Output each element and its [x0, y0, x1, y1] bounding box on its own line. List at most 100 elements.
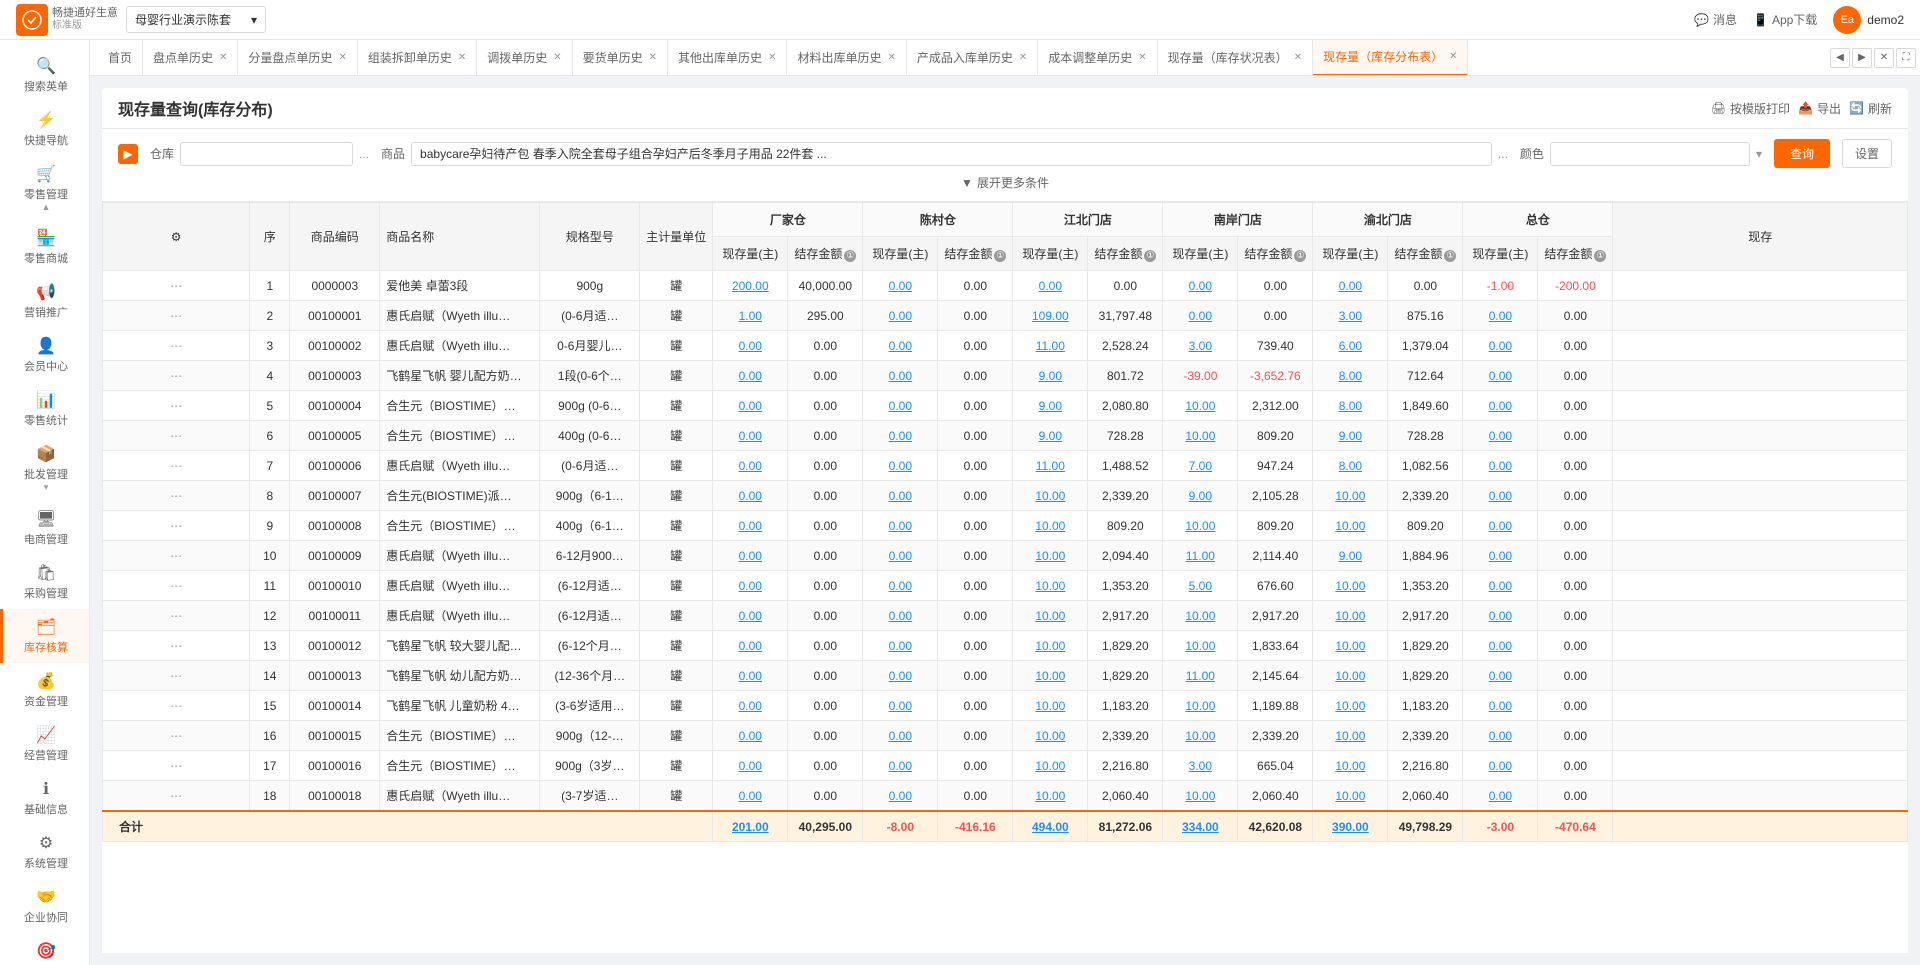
row-jiangbei-qty[interactable]: 10.00: [1013, 751, 1088, 781]
row-settings[interactable]: ⋯: [103, 601, 250, 631]
row-chen-qty[interactable]: 0.00: [863, 721, 938, 751]
sidebar-item-wholesale[interactable]: 📦 批发管理 ▾: [0, 436, 89, 501]
row-jiangbei-qty[interactable]: 10.00: [1013, 661, 1088, 691]
sidebar-item-retail-mgmt[interactable]: 🛒 零售管理 ▲: [0, 156, 89, 220]
tab-close-icon[interactable]: ✕: [887, 52, 895, 63]
row-chen-qty[interactable]: 0.00: [863, 631, 938, 661]
row-total-qty[interactable]: 0.00: [1463, 331, 1538, 361]
row-jiangbei-qty[interactable]: 109.00: [1013, 301, 1088, 331]
tab-close-icon[interactable]: ✕: [649, 52, 657, 63]
info-icon[interactable]: ①: [1144, 250, 1156, 262]
row-chen-qty[interactable]: 0.00: [863, 751, 938, 781]
row-factory-qty[interactable]: 0.00: [713, 391, 788, 421]
row-nanan-qty[interactable]: 7.00: [1163, 451, 1238, 481]
row-yubei-qty[interactable]: 6.00: [1313, 331, 1388, 361]
query-button[interactable]: 查询: [1774, 139, 1830, 168]
row-chen-qty[interactable]: 0.00: [863, 271, 938, 301]
row-factory-qty[interactable]: 200.00: [713, 271, 788, 301]
sidebar-item-operation[interactable]: 📈 经营管理: [0, 717, 89, 771]
info-icon[interactable]: ①: [844, 250, 856, 262]
app-download-button[interactable]: 📱 App下载: [1753, 11, 1817, 28]
color-input[interactable]: [1550, 142, 1750, 166]
row-nanan-qty[interactable]: 3.00: [1163, 331, 1238, 361]
row-total-qty[interactable]: 0.00: [1463, 691, 1538, 721]
tab-close-icon[interactable]: ✕: [1294, 52, 1302, 63]
refresh-button[interactable]: 🔄 刷新: [1849, 100, 1892, 117]
expand-arrow-button[interactable]: ▶: [118, 144, 138, 164]
tab-next-button[interactable]: ▶: [1852, 48, 1872, 68]
row-yubei-qty[interactable]: 8.00: [1313, 451, 1388, 481]
row-settings[interactable]: ⋯: [103, 631, 250, 661]
user-area[interactable]: Ea demo2: [1833, 6, 1904, 34]
sidebar-item-shortcut[interactable]: ⚡ 快捷导航: [0, 102, 89, 156]
row-settings[interactable]: ⋯: [103, 421, 250, 451]
row-factory-qty[interactable]: 0.00: [713, 511, 788, 541]
export-button[interactable]: 📤 导出: [1798, 100, 1841, 117]
row-factory-qty[interactable]: 0.00: [713, 631, 788, 661]
row-settings[interactable]: ⋯: [103, 361, 250, 391]
row-factory-qty[interactable]: 0.00: [713, 421, 788, 451]
tab-prev-button[interactable]: ◀: [1830, 48, 1850, 68]
summary-jiangbei-qty[interactable]: 494.00: [1013, 811, 1088, 842]
row-jiangbei-qty[interactable]: 9.00: [1013, 421, 1088, 451]
row-nanan-qty[interactable]: -39.00: [1163, 361, 1238, 391]
row-factory-qty[interactable]: 0.00: [713, 601, 788, 631]
message-button[interactable]: 💬 消息: [1694, 11, 1737, 28]
col-settings-header[interactable]: ⚙: [103, 203, 250, 271]
info-icon[interactable]: ①: [1444, 250, 1456, 262]
row-settings[interactable]: ⋯: [103, 751, 250, 781]
sidebar-item-inventory[interactable]: 🗂 库存核算: [0, 609, 89, 663]
row-settings[interactable]: ⋯: [103, 331, 250, 361]
tab-close-icon[interactable]: ✕: [768, 52, 776, 63]
row-yubei-qty[interactable]: 10.00: [1313, 511, 1388, 541]
row-jiangbei-qty[interactable]: 10.00: [1013, 481, 1088, 511]
row-nanan-qty[interactable]: 11.00: [1163, 541, 1238, 571]
product-dots[interactable]: ...: [1498, 147, 1508, 161]
row-total-qty[interactable]: 0.00: [1463, 451, 1538, 481]
row-total-qty[interactable]: 0.00: [1463, 781, 1538, 812]
row-total-qty[interactable]: 0.00: [1463, 541, 1538, 571]
row-jiangbei-qty[interactable]: 10.00: [1013, 631, 1088, 661]
tab-assemble[interactable]: 组装拆卸单历史 ✕: [358, 40, 477, 76]
warehouse-input[interactable]: [180, 142, 353, 166]
row-total-qty[interactable]: 0.00: [1463, 721, 1538, 751]
row-total-qty[interactable]: 0.00: [1463, 751, 1538, 781]
row-yubei-qty[interactable]: 9.00: [1313, 421, 1388, 451]
row-jiangbei-qty[interactable]: 11.00: [1013, 451, 1088, 481]
tab-stock-dist[interactable]: 现存量（库存分布表） ✕: [1313, 40, 1468, 76]
row-yubei-qty[interactable]: 10.00: [1313, 631, 1388, 661]
sidebar-item-ecommerce[interactable]: 🖥 电商管理: [0, 501, 89, 555]
sidebar-item-basic[interactable]: ℹ 基础信息: [0, 771, 89, 825]
settings-icon[interactable]: ⚙: [171, 230, 182, 244]
row-jiangbei-qty[interactable]: 10.00: [1013, 541, 1088, 571]
row-jiangbei-qty[interactable]: 10.00: [1013, 511, 1088, 541]
row-settings[interactable]: ⋯: [103, 721, 250, 751]
row-jiangbei-qty[interactable]: 10.00: [1013, 601, 1088, 631]
tab-close-icon[interactable]: ✕: [553, 52, 561, 63]
row-chen-qty[interactable]: 0.00: [863, 601, 938, 631]
settings-button[interactable]: 设置: [1842, 139, 1892, 168]
row-factory-qty[interactable]: 0.00: [713, 661, 788, 691]
row-nanan-qty[interactable]: 10.00: [1163, 721, 1238, 751]
tab-home[interactable]: 首页: [98, 40, 143, 76]
row-settings[interactable]: ⋯: [103, 511, 250, 541]
product-input[interactable]: [411, 142, 1492, 166]
row-nanan-qty[interactable]: 5.00: [1163, 571, 1238, 601]
tab-maximize-button[interactable]: ⛶: [1896, 48, 1916, 68]
row-factory-qty[interactable]: 0.00: [713, 451, 788, 481]
row-factory-qty[interactable]: 0.00: [713, 691, 788, 721]
row-jiangbei-qty[interactable]: 9.00: [1013, 361, 1088, 391]
tab-transfer[interactable]: 调拨单历史 ✕: [477, 40, 572, 76]
row-chen-qty[interactable]: 0.00: [863, 481, 938, 511]
row-nanan-qty[interactable]: 9.00: [1163, 481, 1238, 511]
tab-stock-status[interactable]: 现存量（库存状况表） ✕: [1158, 40, 1313, 76]
row-settings[interactable]: ⋯: [103, 541, 250, 571]
sidebar-item-finance[interactable]: 💰 资金管理: [0, 663, 89, 717]
tab-close-icon[interactable]: ✕: [1019, 52, 1027, 63]
row-factory-qty[interactable]: 0.00: [713, 571, 788, 601]
sidebar-item-marketing[interactable]: 📢 营销推广: [0, 274, 89, 328]
row-jiangbei-qty[interactable]: 0.00: [1013, 271, 1088, 301]
row-yubei-qty[interactable]: 9.00: [1313, 541, 1388, 571]
info-icon[interactable]: ①: [1594, 250, 1606, 262]
tab-inventory-single[interactable]: 盘点单历史 ✕: [143, 40, 238, 76]
